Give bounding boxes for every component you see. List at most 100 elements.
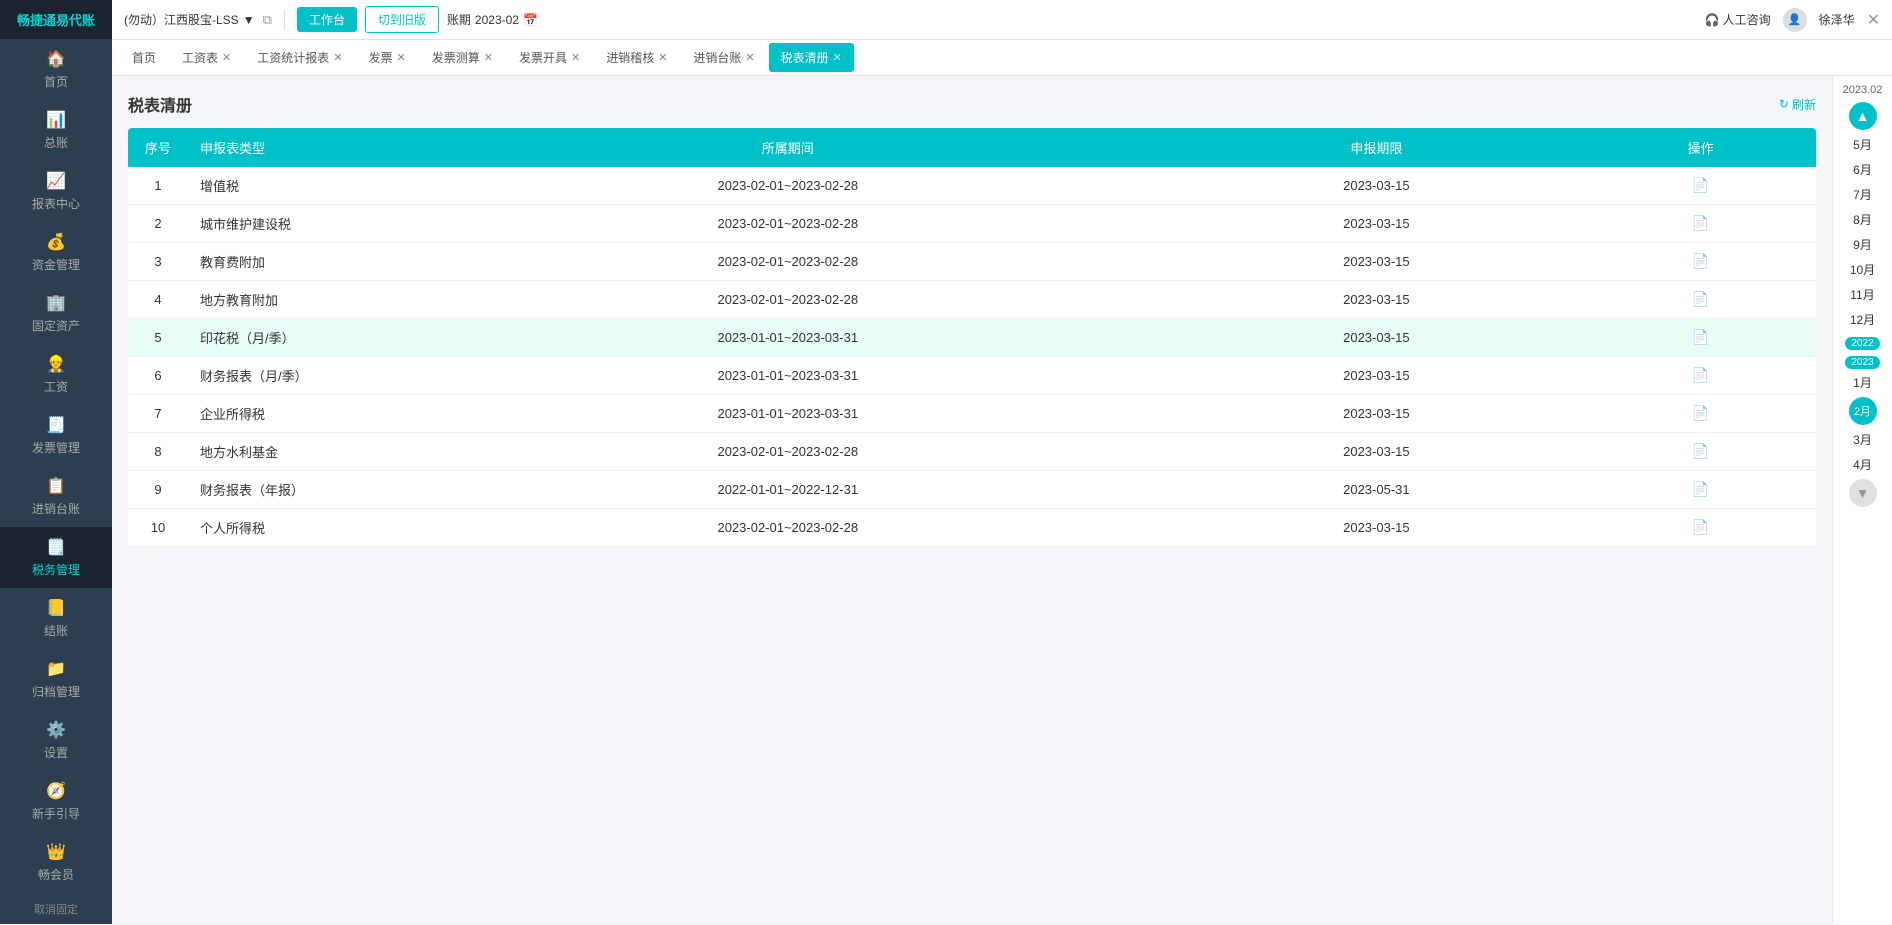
month-6[interactable]: 6月: [1837, 157, 1888, 182]
sidebar-item-ledger[interactable]: 📊 总账: [0, 100, 112, 161]
tab-close-icon[interactable]: ✕: [658, 51, 667, 64]
tab-purchase-check[interactable]: 进销稽核 ✕: [594, 43, 679, 72]
cell-type: 个人所得税: [188, 509, 408, 547]
tab-close-icon[interactable]: ✕: [484, 51, 493, 64]
sidebar-item-report[interactable]: 📈 报表中心: [0, 161, 112, 222]
cell-op[interactable]: 📄: [1585, 395, 1816, 433]
workbench-button[interactable]: 工作台: [297, 7, 357, 32]
op-icon[interactable]: 📄: [1692, 481, 1709, 497]
col-header-period: 所属期间: [408, 128, 1168, 167]
sidebar-item-label: 归档管理: [32, 683, 80, 700]
tab-home[interactable]: 首页: [120, 43, 168, 72]
tab-close-icon[interactable]: ✕: [333, 51, 342, 64]
sidebar-item-label: 工资: [44, 378, 68, 395]
sidebar-item-archive[interactable]: 📁 归档管理: [0, 649, 112, 710]
sidebar-item-assets[interactable]: 🏢 固定资产: [0, 283, 112, 344]
sidebar-item-salary[interactable]: 👷 工资: [0, 344, 112, 405]
cell-op[interactable]: 📄: [1585, 471, 1816, 509]
tab-purchase-ledger-label: 进销台账: [693, 49, 741, 66]
sidebar-item-vip[interactable]: 👑 畅会员: [0, 832, 112, 893]
calendar-icon[interactable]: 📅: [523, 13, 538, 27]
switch-version-button[interactable]: 切到旧版: [365, 6, 439, 33]
divider: [284, 10, 285, 30]
cell-period: 2023-02-01~2023-02-28: [408, 167, 1168, 205]
sidebar-item-purchase-sales[interactable]: 📋 进销台账: [0, 466, 112, 527]
user-avatar[interactable]: 👤: [1783, 8, 1807, 32]
date-panel-down-button[interactable]: ▼: [1849, 479, 1877, 507]
op-icon[interactable]: 📄: [1692, 177, 1709, 193]
op-icon[interactable]: 📄: [1692, 329, 1709, 345]
unpin-button[interactable]: 取消固定: [0, 893, 112, 925]
month-8[interactable]: 8月: [1837, 207, 1888, 232]
ai-consult-button[interactable]: 🎧 人工咨询: [1705, 11, 1771, 28]
username-display[interactable]: 徐泽华: [1819, 11, 1855, 28]
cell-op[interactable]: 📄: [1585, 319, 1816, 357]
cell-period: 2023-02-01~2023-02-28: [408, 281, 1168, 319]
op-icon[interactable]: 📄: [1692, 367, 1709, 383]
cell-op[interactable]: 📄: [1585, 281, 1816, 319]
tab-purchase-ledger[interactable]: 进销台账 ✕: [681, 43, 766, 72]
op-icon[interactable]: 📄: [1692, 519, 1709, 535]
company-selector[interactable]: (勿动）江西股宝-LSS ▼: [124, 11, 255, 28]
sidebar-item-tax[interactable]: 🗒️ 税务管理: [0, 527, 112, 588]
month-4[interactable]: 4月: [1837, 452, 1888, 477]
tab-close-icon[interactable]: ✕: [833, 51, 842, 64]
month-5[interactable]: 5月: [1837, 132, 1888, 157]
tab-invoice-issue[interactable]: 发票开具 ✕: [507, 43, 592, 72]
month-12[interactable]: 12月: [1837, 307, 1888, 332]
tab-invoice-calc[interactable]: 发票测算 ✕: [420, 43, 505, 72]
op-icon[interactable]: 📄: [1692, 291, 1709, 307]
sidebar-item-home[interactable]: 🏠 首页: [0, 39, 112, 100]
op-icon[interactable]: 📄: [1692, 215, 1709, 231]
cell-op[interactable]: 📄: [1585, 205, 1816, 243]
cell-type: 地方水利基金: [188, 433, 408, 471]
refresh-button[interactable]: ↻ 刷新: [1779, 96, 1816, 113]
cell-op[interactable]: 📄: [1585, 509, 1816, 547]
op-icon[interactable]: 📄: [1692, 405, 1709, 421]
tab-close-icon[interactable]: ✕: [222, 51, 231, 64]
tab-invoice-label: 发票: [368, 49, 392, 66]
tab-salary-table[interactable]: 工资表 ✕: [170, 43, 243, 72]
table-row: 1 增值税 2023-02-01~2023-02-28 2023-03-15 📄: [128, 167, 1816, 205]
tab-close-icon[interactable]: ✕: [397, 51, 406, 64]
assets-icon: 🏢: [46, 293, 66, 313]
tab-purchase-check-label: 进销稽核: [606, 49, 654, 66]
cell-op[interactable]: 📄: [1585, 243, 1816, 281]
month-3[interactable]: 3月: [1837, 427, 1888, 452]
sidebar-item-invoice[interactable]: 🧾 发票管理: [0, 405, 112, 466]
month-10[interactable]: 10月: [1837, 257, 1888, 282]
sidebar-item-settings[interactable]: ⚙️ 设置: [0, 710, 112, 771]
cell-no: 8: [128, 433, 188, 471]
cell-op[interactable]: 📄: [1585, 433, 1816, 471]
tab-salary-table-label: 工资表: [182, 49, 218, 66]
cell-op[interactable]: 📄: [1585, 167, 1816, 205]
active-month-2[interactable]: 2月: [1849, 397, 1877, 425]
cell-deadline: 2023-03-15: [1168, 395, 1586, 433]
month-7[interactable]: 7月: [1837, 182, 1888, 207]
op-icon[interactable]: 📄: [1692, 443, 1709, 459]
copy-icon[interactable]: ⧉: [263, 12, 272, 28]
tab-close-icon[interactable]: ✕: [745, 51, 754, 64]
month-1[interactable]: 1月: [1837, 370, 1888, 395]
date-panel-up-button[interactable]: ▲: [1849, 102, 1877, 130]
tab-salary-stats[interactable]: 工资统计报表 ✕: [245, 43, 354, 72]
date-months-prev: 5月 6月 7月 8月 9月 10月 11月 12月 2022 2023 1月 …: [1833, 132, 1892, 477]
archive-icon: 📁: [46, 659, 66, 679]
close-button[interactable]: ✕: [1867, 10, 1880, 30]
month-11[interactable]: 11月: [1837, 282, 1888, 307]
cell-op[interactable]: 📄: [1585, 357, 1816, 395]
tab-close-icon[interactable]: ✕: [571, 51, 580, 64]
sidebar-item-funds[interactable]: 💰 资金管理: [0, 222, 112, 283]
month-9[interactable]: 9月: [1837, 232, 1888, 257]
report-icon: 📈: [46, 171, 66, 191]
tab-tax-register[interactable]: 税表清册 ✕: [769, 43, 854, 72]
cell-period: 2023-02-01~2023-02-28: [408, 509, 1168, 547]
table-row: 7 企业所得税 2023-01-01~2023-03-31 2023-03-15…: [128, 395, 1816, 433]
op-icon[interactable]: 📄: [1692, 253, 1709, 269]
cell-type: 增值税: [188, 167, 408, 205]
sidebar-item-guide[interactable]: 🧭 新手引导: [0, 771, 112, 832]
cell-deadline: 2023-03-15: [1168, 167, 1586, 205]
sidebar-item-close-account[interactable]: 📒 结账: [0, 588, 112, 649]
tab-invoice[interactable]: 发票 ✕: [356, 43, 417, 72]
cell-period: 2023-01-01~2023-03-31: [408, 395, 1168, 433]
